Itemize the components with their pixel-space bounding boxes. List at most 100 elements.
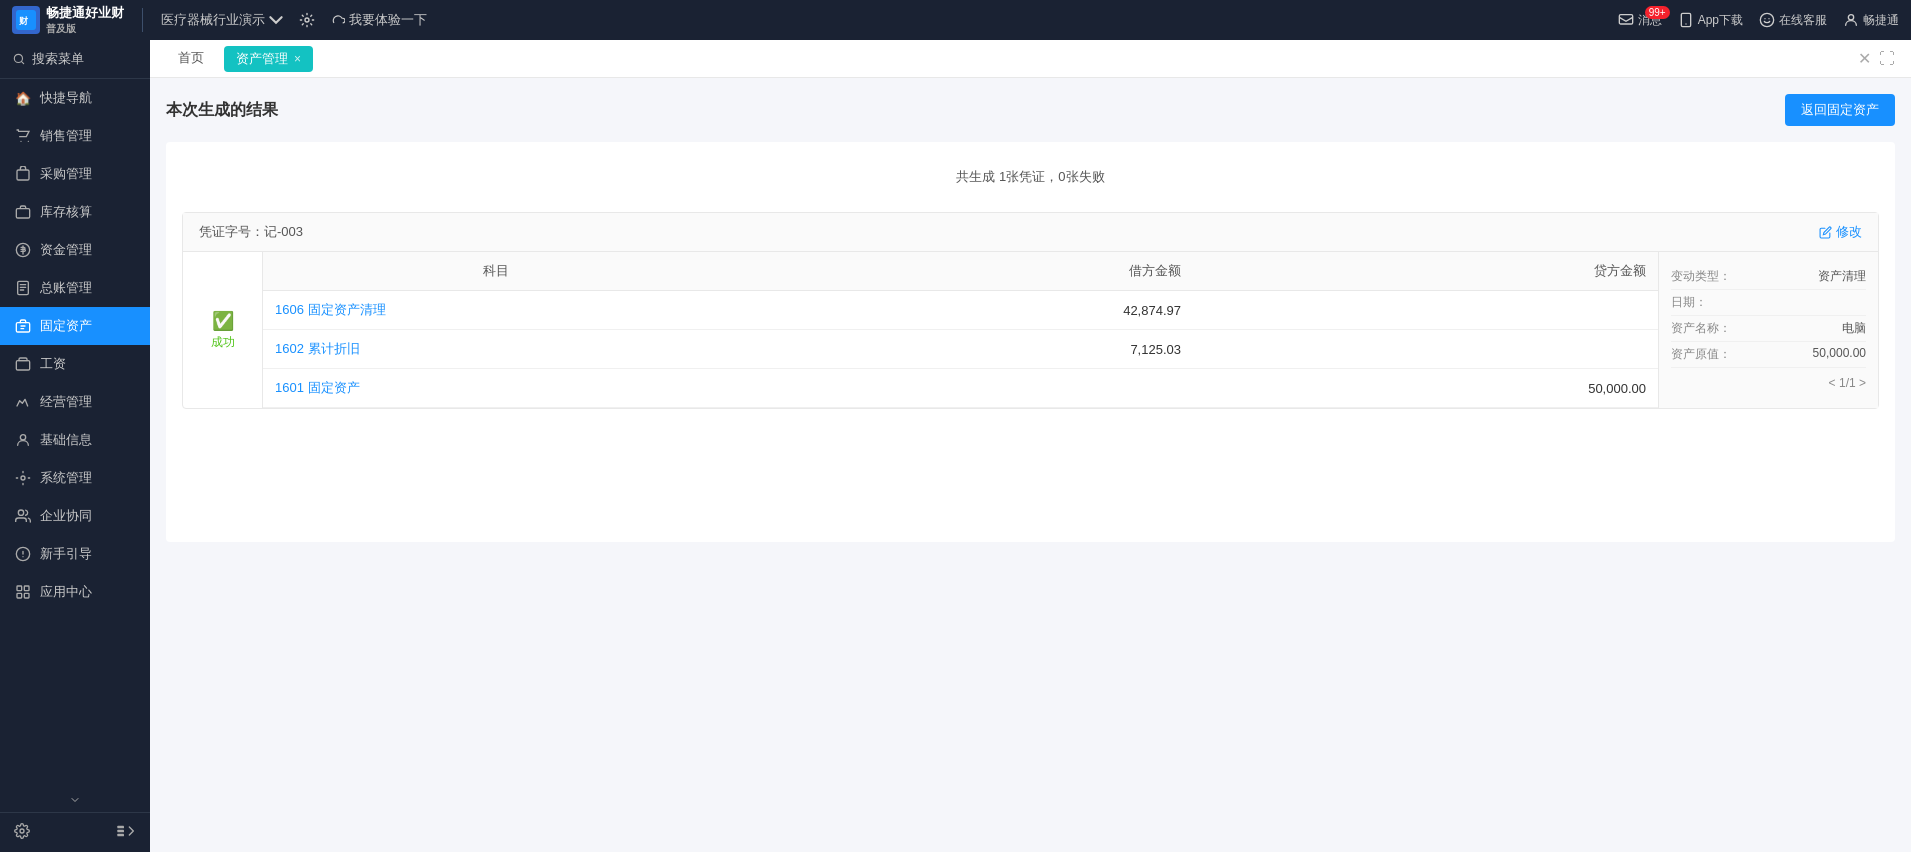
topbar-right: 消息 99+ App下载 在线客服 畅捷通 xyxy=(1618,12,1899,29)
gear-icon xyxy=(299,12,315,28)
account-link-3[interactable]: 1601 固定资产 xyxy=(275,380,360,395)
row2-account: 1602 累计折旧 xyxy=(263,330,728,369)
sidebar-item-sales[interactable]: 销售管理 xyxy=(0,117,150,155)
sidebar-item-quick-nav[interactable]: 🏠 快捷导航 xyxy=(0,79,150,117)
row2-credit xyxy=(1193,330,1658,369)
online-service-button[interactable]: 在线客服 xyxy=(1759,12,1827,29)
sidebar-item-operations[interactable]: 经营管理 xyxy=(0,383,150,421)
svg-point-11 xyxy=(20,141,21,142)
account-link-2[interactable]: 1602 累计折旧 xyxy=(275,341,360,356)
next-page-btn[interactable]: > xyxy=(1859,376,1866,390)
voucher-table-container: 科目 借方金额 贷方金额 1606 固定资产清理 xyxy=(263,252,1658,408)
result-summary: 共生成 1张凭证，0张失败 xyxy=(182,158,1879,196)
svg-text:财: 财 xyxy=(18,16,29,26)
user-name: 畅捷通 xyxy=(1863,12,1899,29)
voucher-card: 凭证字号：记-003 修改 ✅ 成功 xyxy=(182,212,1879,409)
page-header: 本次生成的结果 返回固定资产 xyxy=(166,94,1895,126)
voucher-number: 凭证字号：记-003 xyxy=(199,223,303,241)
tab-home[interactable]: 首页 xyxy=(166,41,216,77)
tab-asset-mgmt-label: 资产管理 xyxy=(236,50,288,68)
return-button[interactable]: 返回固定资产 xyxy=(1785,94,1895,126)
logo-svg: 财 xyxy=(16,10,36,30)
sidebar-collapse-button[interactable] xyxy=(116,823,136,842)
change-type-value: 资产清理 xyxy=(1818,268,1866,285)
asset-name-label: 资产名称： xyxy=(1671,320,1731,337)
divider xyxy=(142,8,143,32)
settings-button[interactable] xyxy=(293,6,321,34)
sidebar: 搜索菜单 🏠 快捷导航 销售管理 采购管理 库存核算 xyxy=(0,40,150,852)
sidebar-item-purchase[interactable]: 采购管理 xyxy=(0,155,150,193)
scroll-down-icon xyxy=(69,794,81,806)
svg-point-9 xyxy=(1848,15,1853,20)
svg-point-7 xyxy=(1764,18,1765,19)
panel-close-button[interactable]: ✕ xyxy=(1858,49,1871,68)
sidebar-item-salary[interactable]: 工资 xyxy=(0,345,150,383)
sidebar-label-operations: 经营管理 xyxy=(40,393,92,411)
topbar: 财 畅捷通好业财 普及版 医疗器械行业演示 我要体验一下 消息 99+ xyxy=(0,0,1911,40)
svg-rect-28 xyxy=(117,830,124,833)
tab-asset-mgmt[interactable]: 资产管理 × xyxy=(224,46,313,72)
sidebar-search[interactable]: 搜索菜单 xyxy=(0,40,150,79)
row3-debit xyxy=(728,369,1193,408)
sidebar-label-app-center: 应用中心 xyxy=(40,583,92,601)
content-area: 首页 资产管理 × ✕ ⛶ 本次生成的结果 返回固定资产 共生成 1张凭证，0张… xyxy=(150,40,1911,852)
sidebar-label-system: 系统管理 xyxy=(40,469,92,487)
svg-rect-29 xyxy=(117,834,124,837)
status-column: ✅ 成功 xyxy=(183,252,263,408)
table-header-row: 科目 借方金额 贷方金额 xyxy=(263,252,1658,291)
tab-home-label: 首页 xyxy=(178,50,204,65)
tab-bar: 首页 资产管理 × ✕ ⛶ xyxy=(150,40,1911,78)
sidebar-item-enterprise[interactable]: 企业协同 xyxy=(0,497,150,535)
sidebar-label-fixed-assets: 固定资产 xyxy=(40,317,92,335)
sidebar-label-basic-info: 基础信息 xyxy=(40,431,92,449)
sidebar-item-inventory[interactable]: 库存核算 xyxy=(0,193,150,231)
svg-point-8 xyxy=(1768,18,1769,19)
fixed-assets-icon xyxy=(14,317,32,335)
page-title: 本次生成的结果 xyxy=(166,100,278,121)
svg-point-26 xyxy=(20,829,24,833)
asset-value-value: 50,000.00 xyxy=(1813,346,1866,363)
sidebar-item-basic-info[interactable]: 基础信息 xyxy=(0,421,150,459)
asset-value-row: 资产原值： 50,000.00 xyxy=(1671,342,1866,368)
sidebar-scroll-area xyxy=(0,788,150,812)
row2-debit: 7,125.03 xyxy=(728,330,1193,369)
sidebar-label-ledger: 总账管理 xyxy=(40,279,92,297)
sales-icon xyxy=(14,127,32,145)
chevron-down-icon xyxy=(269,13,283,27)
prev-page-btn[interactable]: < xyxy=(1829,376,1836,390)
company-selector[interactable]: 医疗器械行业演示 xyxy=(161,11,283,29)
topbar-left: 财 畅捷通好业财 普及版 医疗器械行业演示 我要体验一下 xyxy=(12,4,427,36)
app-download-button[interactable]: App下载 xyxy=(1678,12,1743,29)
svg-point-2 xyxy=(305,18,309,22)
success-label: 成功 xyxy=(211,334,235,351)
sidebar-item-fixed-assets[interactable]: 固定资产 xyxy=(0,307,150,345)
message-icon xyxy=(1618,12,1634,28)
company-name: 医疗器械行业演示 xyxy=(161,11,265,29)
voucher-edit-button[interactable]: 修改 xyxy=(1819,223,1862,241)
svg-point-18 xyxy=(20,435,25,440)
sidebar-item-system[interactable]: 系统管理 xyxy=(0,459,150,497)
experience-button[interactable]: 我要体验一下 xyxy=(331,11,427,29)
svg-rect-14 xyxy=(16,209,29,218)
account-link-1[interactable]: 1606 固定资产清理 xyxy=(275,302,386,317)
sidebar-item-ledger[interactable]: 总账管理 xyxy=(0,269,150,307)
svg-rect-13 xyxy=(17,170,29,180)
change-type-label: 变动类型： xyxy=(1671,268,1731,285)
panel-expand-button[interactable]: ⛶ xyxy=(1879,50,1895,68)
sidebar-label-funds: 资金管理 xyxy=(40,241,92,259)
user-button[interactable]: 畅捷通 xyxy=(1843,12,1899,29)
sidebar-settings-button[interactable] xyxy=(14,823,30,842)
message-button[interactable]: 消息 99+ xyxy=(1618,12,1662,29)
svg-rect-17 xyxy=(16,323,29,332)
pagination-text: 1/1 xyxy=(1839,376,1859,390)
online-service-label: 在线客服 xyxy=(1779,12,1827,29)
tab-close-icon[interactable]: × xyxy=(294,52,301,66)
side-panel-pagination: < 1/1 > xyxy=(1671,376,1866,390)
sidebar-item-guide[interactable]: 新手引导 xyxy=(0,535,150,573)
sidebar-item-app-center[interactable]: 应用中心 xyxy=(0,573,150,611)
app-logo: 财 畅捷通好业财 普及版 xyxy=(12,4,124,36)
inventory-icon xyxy=(14,203,32,221)
sidebar-item-funds[interactable]: 资金管理 xyxy=(0,231,150,269)
search-icon xyxy=(12,52,26,66)
operations-icon xyxy=(14,393,32,411)
